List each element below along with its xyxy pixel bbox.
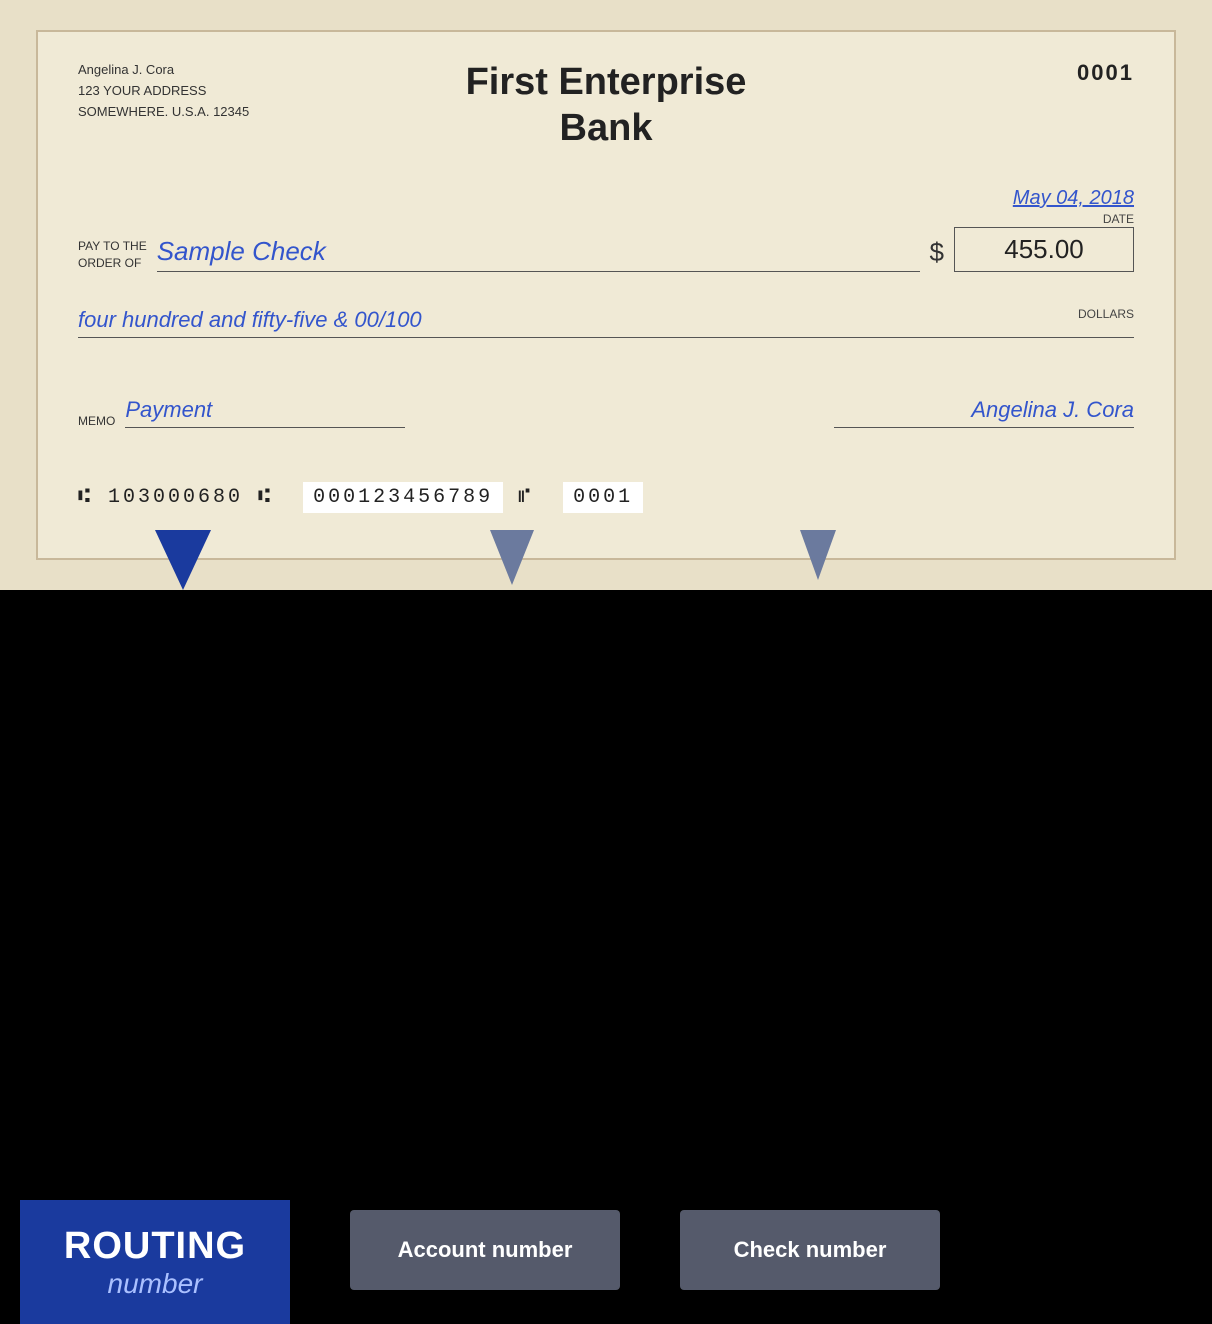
check-label-text: Check number	[734, 1237, 887, 1263]
routing-label: ROUTING number	[20, 1200, 290, 1324]
date-label: DATE	[1013, 212, 1134, 226]
amount-box: 455.00	[954, 227, 1134, 272]
pay-to-label: PAY TO THE ORDER OF	[78, 238, 147, 272]
memo-left: MEMO Payment	[78, 397, 405, 428]
address-name: Angelina J. Cora	[78, 60, 249, 81]
micr-section: ⑆ 103000680 ⑆ 000123456789 ⑈ 0001	[78, 482, 1134, 513]
bank-name: First Enterprise Bank	[466, 60, 747, 151]
routing-arrow	[155, 530, 211, 590]
check-number-top: 0001	[1077, 60, 1134, 86]
address-block: Angelina J. Cora 123 YOUR ADDRESS SOMEWH…	[78, 60, 249, 122]
memo-line: Payment	[125, 397, 405, 428]
micr-check-number: 0001	[563, 482, 643, 513]
account-label-text: Account number	[398, 1237, 573, 1263]
micr-routing-number: 103000680	[108, 486, 243, 509]
address-line2: SOMEWHERE. U.S.A. 12345	[78, 102, 249, 123]
signature-value: Angelina J. Cora	[971, 397, 1134, 422]
pay-to-line: Sample Check	[157, 236, 920, 272]
date-value: May 04, 2018	[1013, 187, 1134, 210]
routing-label-top: ROUTING	[64, 1225, 246, 1268]
check: 0001 First Enterprise Bank Angelina J. C…	[36, 30, 1176, 560]
routing-label-bottom: number	[108, 1268, 203, 1300]
amount-value: 455.00	[1004, 234, 1084, 264]
written-amount-section: four hundred and fifty-five & 00/100 DOL…	[78, 307, 1134, 338]
pay-to-section: PAY TO THE ORDER OF Sample Check $ 455.0…	[78, 227, 1134, 272]
micr-account-close: ⑈	[503, 486, 563, 509]
written-amount: four hundred and fifty-five & 00/100	[78, 307, 1134, 338]
memo-label: MEMO	[78, 414, 115, 428]
dollars-label: DOLLARS	[1078, 307, 1134, 321]
micr-routing-close: ⑆	[243, 486, 303, 509]
check-arrow	[800, 530, 836, 580]
account-label: Account number	[350, 1210, 620, 1290]
memo-value: Payment	[125, 397, 212, 422]
micr-routing-open: ⑆	[78, 486, 108, 509]
date-area: May 04, 2018 DATE	[1013, 187, 1134, 226]
account-arrow	[490, 530, 534, 585]
micr-account-number: 000123456789	[303, 482, 503, 513]
dollar-sign: $	[930, 237, 944, 272]
check-wrapper: 0001 First Enterprise Bank Angelina J. C…	[0, 0, 1212, 590]
address-line1: 123 YOUR ADDRESS	[78, 81, 249, 102]
memo-section: MEMO Payment Angelina J. Cora	[78, 397, 1134, 428]
bottom-section: ROUTING number Account number Check numb…	[0, 590, 1212, 744]
check-label: Check number	[680, 1210, 940, 1290]
pay-to-name: Sample Check	[157, 236, 326, 266]
signature-line: Angelina J. Cora	[834, 397, 1134, 428]
